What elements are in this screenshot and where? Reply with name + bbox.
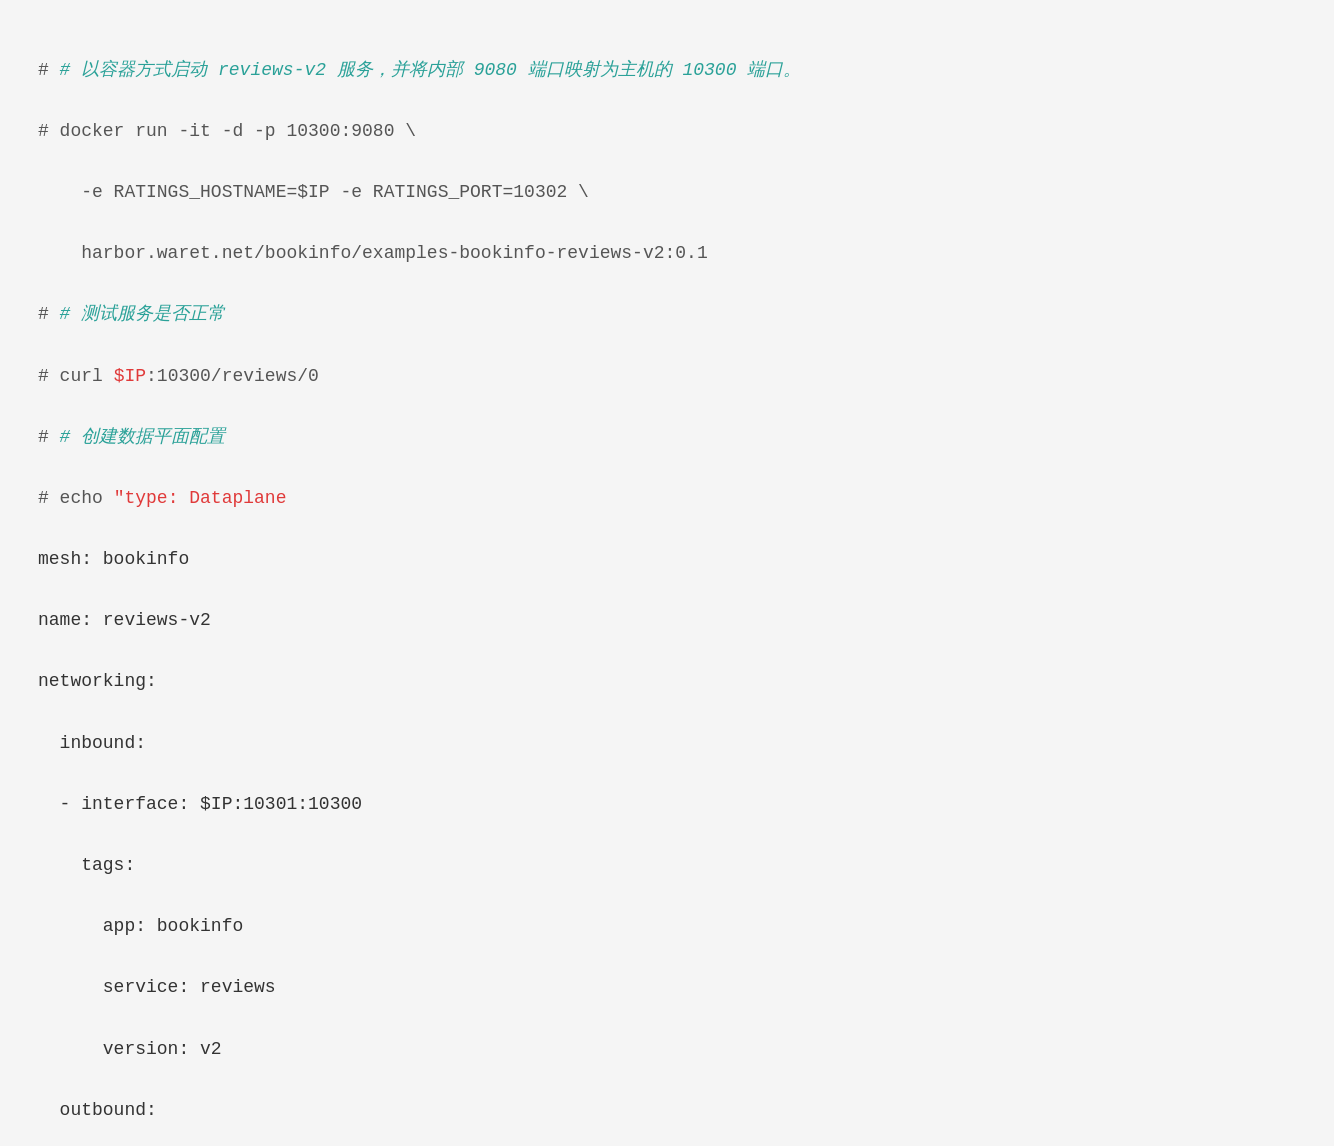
code-line-3: -e RATINGS_HOSTNAME=$IP -e RATINGS_PORT=… <box>38 177 1296 208</box>
comment-text: # 以容器方式启动 reviews-v2 服务，并将内部 9080 端口映射为主… <box>60 60 802 80</box>
code-line-9: mesh: bookinfo <box>38 544 1296 575</box>
code-line-10: name: reviews-v2 <box>38 605 1296 636</box>
code-block: # # 以容器方式启动 reviews-v2 服务，并将内部 9080 端口映射… <box>38 24 1296 1146</box>
code-text: # curl <box>38 366 114 386</box>
code-text: :10300/reviews/0 <box>146 366 319 386</box>
code-line-5: # # 测试服务是否正常 <box>38 299 1296 330</box>
code-line-14: tags: <box>38 850 1296 881</box>
code-text: - interface: $IP:10301:10300 <box>38 794 362 814</box>
hash-prefix: # <box>38 427 60 447</box>
var-text: $IP <box>114 366 146 386</box>
hash-prefix: # <box>38 304 60 324</box>
code-container: # # 以容器方式启动 reviews-v2 服务，并将内部 9080 端口映射… <box>0 0 1334 1146</box>
code-line-2: # docker run -it -d -p 10300:9080 \ <box>38 116 1296 147</box>
code-text: name: reviews-v2 <box>38 610 211 630</box>
code-line-11: networking: <box>38 666 1296 697</box>
string-text: "type: Dataplane <box>114 488 287 508</box>
code-text: -e RATINGS_HOSTNAME=$IP -e RATINGS_PORT=… <box>38 182 589 202</box>
code-line-12: inbound: <box>38 728 1296 759</box>
code-text: outbound: <box>38 1100 157 1120</box>
code-text: tags: <box>38 855 135 875</box>
code-line-15: app: bookinfo <box>38 911 1296 942</box>
code-text: mesh: bookinfo <box>38 549 189 569</box>
code-line-16: service: reviews <box>38 972 1296 1003</box>
code-text: version: v2 <box>38 1039 222 1059</box>
code-text: app: bookinfo <box>38 916 243 936</box>
hash-prefix: # <box>38 60 60 80</box>
code-text: service: reviews <box>38 977 276 997</box>
code-line-4: harbor.waret.net/bookinfo/examples-booki… <box>38 238 1296 269</box>
code-line-7: # # 创建数据平面配置 <box>38 422 1296 453</box>
code-line-18: outbound: <box>38 1095 1296 1126</box>
code-text: harbor.waret.net/bookinfo/examples-booki… <box>38 243 708 263</box>
comment-text: # 测试服务是否正常 <box>60 304 226 324</box>
code-line-1: # # 以容器方式启动 reviews-v2 服务，并将内部 9080 端口映射… <box>38 55 1296 86</box>
code-line-13: - interface: $IP:10301:10300 <box>38 789 1296 820</box>
code-line-6: # curl $IP:10300/reviews/0 <box>38 361 1296 392</box>
code-line-17: version: v2 <box>38 1034 1296 1065</box>
code-text: inbound: <box>38 733 146 753</box>
code-text: # echo <box>38 488 114 508</box>
code-text: networking: <box>38 671 157 691</box>
comment-text: # 创建数据平面配置 <box>60 427 226 447</box>
code-text: # docker run -it -d -p 10300:9080 \ <box>38 121 416 141</box>
code-line-8: # echo "type: Dataplane <box>38 483 1296 514</box>
